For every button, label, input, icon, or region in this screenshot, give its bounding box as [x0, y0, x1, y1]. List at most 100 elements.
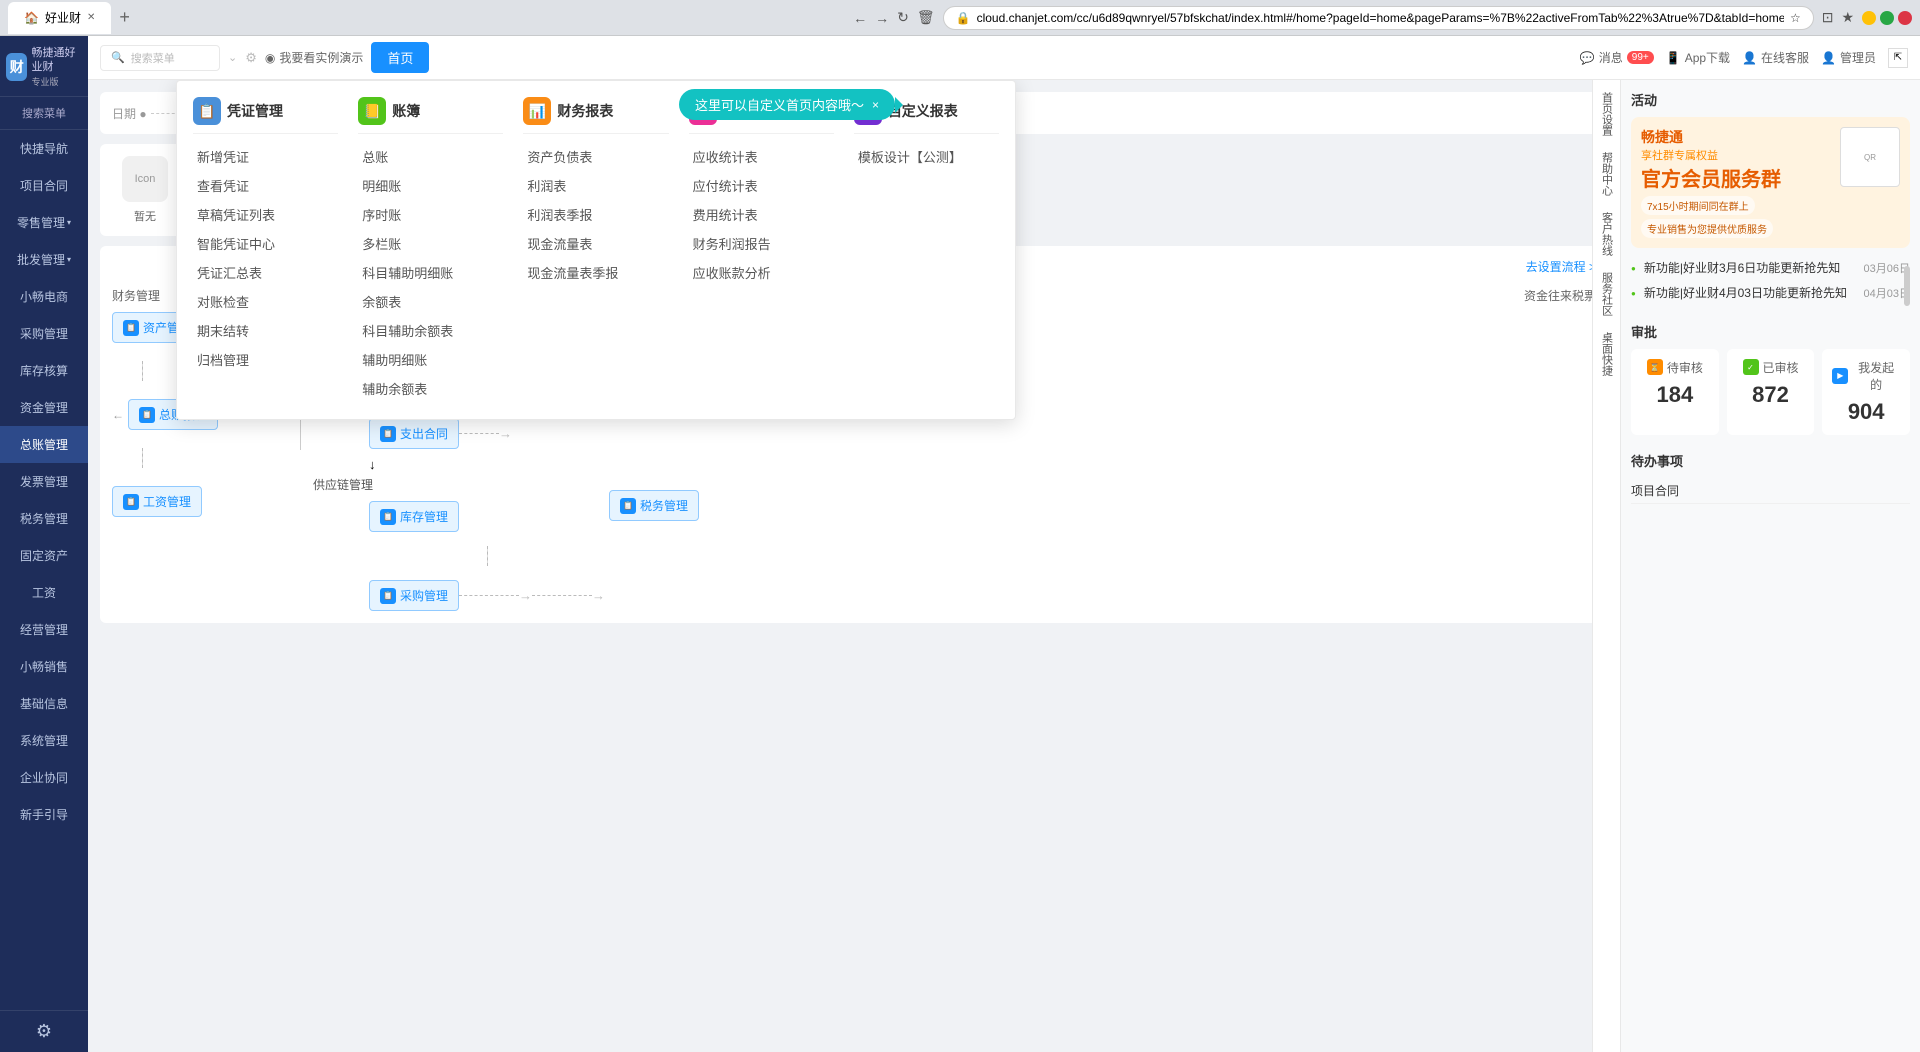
avatar-icon: 👤 [1821, 51, 1836, 65]
bookmark-star-icon[interactable]: ★ [1841, 9, 1854, 26]
ledger-item-2[interactable]: 序时账 [358, 200, 503, 229]
voucher-item-archive[interactable]: 归档管理 [193, 345, 338, 374]
flow-node-storage[interactable]: 📋 库存管理 [369, 501, 459, 532]
browser-right-controls: ⊡ ★ [1822, 9, 1854, 26]
approval-card-approved[interactable]: ✓ 已审核 872 [1727, 349, 1815, 435]
ledger-item-6[interactable]: 科目辅助余额表 [358, 316, 503, 345]
sidebar-item-wholesale[interactable]: 批发管理 ▾ [0, 241, 88, 278]
minimize-btn[interactable] [1862, 11, 1876, 25]
financial-item-2[interactable]: 利润表季报 [523, 200, 668, 229]
rql-homepage-settings[interactable]: 首页设置 [1597, 86, 1617, 142]
active-tab[interactable]: 🏠 好业财 ✕ [8, 2, 111, 34]
voucher-item-add[interactable]: 新增凭证 [193, 142, 338, 171]
maximize-btn[interactable] [1880, 11, 1894, 25]
mgmt-item-4[interactable]: 应收账款分析 [689, 258, 834, 287]
sidebar-item-project[interactable]: 项目合同 [0, 167, 88, 204]
sidebar-item-invoice[interactable]: 发票管理 [0, 463, 88, 500]
forward-btn[interactable]: → [875, 10, 889, 26]
banner-badges: 7x15小时期间同在群上 专业销售为您提供优质服务 [1641, 196, 1801, 238]
ledger-item-8[interactable]: 辅助余额表 [358, 374, 503, 403]
sidebar-item-guide[interactable]: 新手引导 [0, 796, 88, 833]
online-service-btn[interactable]: 👤 在线客服 [1742, 49, 1809, 66]
approval-card-initiated[interactable]: ▶ 我发起的 904 [1822, 349, 1910, 435]
flow-node-expense-contract[interactable]: 📋 支出合同 [369, 418, 459, 449]
voucher-item-view[interactable]: 查看凭证 [193, 171, 338, 200]
voucher-item-draft[interactable]: 草稿凭证列表 [193, 200, 338, 229]
dropdown-col-mgmt: 📈 管理报表 应收统计表 应付统计表 费用统计表 财务利润报告 应收账款分析 [689, 97, 834, 403]
mgmt-item-0[interactable]: 应收统计表 [689, 142, 834, 171]
sidebar-item-salary[interactable]: 工资 [0, 574, 88, 611]
ledger-item-4[interactable]: 科目辅助明细账 [358, 258, 503, 287]
sidebar-item-basic-info[interactable]: 基础信息 [0, 685, 88, 722]
pending-item-0[interactable]: 项目合同 [1631, 478, 1910, 504]
voucher-item-summary[interactable]: 凭证汇总表 [193, 258, 338, 287]
flow-node-purchase[interactable]: 📋 采购管理 [369, 580, 459, 611]
financial-item-1[interactable]: 利润表 [523, 171, 668, 200]
ledger-item-0[interactable]: 总账 [358, 142, 503, 171]
approval-card-pending[interactable]: ⏳ 待审核 184 [1631, 349, 1719, 435]
news-title-0[interactable]: 新功能|好业财3月6日功能更新抢先知 [1644, 260, 1856, 277]
sidebar-item-operation[interactable]: 经营管理 [0, 611, 88, 648]
fullscreen-btn[interactable]: ⇱ [1888, 48, 1908, 68]
flow-node-salary[interactable]: 📋 工资管理 [112, 486, 202, 517]
ledger-item-7[interactable]: 辅助明细账 [358, 345, 503, 374]
sidebar-item-capital[interactable]: 资金管理 [0, 389, 88, 426]
ledger-item-5[interactable]: 余额表 [358, 287, 503, 316]
message-btn[interactable]: 💬 消息 99+ [1580, 49, 1654, 66]
sidebar-item-fixed-asset[interactable]: 固定资产 [0, 537, 88, 574]
menu-search-box[interactable]: 🔍 搜索菜单 [100, 45, 220, 71]
sidebar-item-sales[interactable]: 小畅销售 [0, 648, 88, 685]
rql-customer-hotline[interactable]: 客户热线 [1597, 206, 1617, 262]
voucher-item-check[interactable]: 对账检查 [193, 287, 338, 316]
tab-close-btn[interactable]: ✕ [87, 12, 95, 23]
sidebar-item-ledger[interactable]: 总账管理 [0, 426, 88, 463]
close-btn[interactable] [1898, 11, 1912, 25]
sidebar-item-collaboration[interactable]: 企业协同 [0, 759, 88, 796]
bookmark-icon[interactable]: ☆ [1790, 11, 1801, 25]
rql-desktop-shortcut[interactable]: 桌面快捷 [1597, 326, 1617, 382]
back-btn[interactable]: ← [853, 10, 867, 26]
financial-item-4[interactable]: 现金流量表季报 [523, 258, 668, 287]
rql-help-center[interactable]: 帮助中心 [1597, 146, 1617, 202]
scrollbar-thumb[interactable] [1904, 266, 1910, 306]
app-download-btn[interactable]: 📱 App下载 [1666, 49, 1730, 66]
financial-item-3[interactable]: 现金流量表 [523, 229, 668, 258]
cast-icon[interactable]: ⊡ [1822, 9, 1834, 26]
mgmt-item-1[interactable]: 应付统计表 [689, 171, 834, 200]
voucher-item-period-end[interactable]: 期末结转 [193, 316, 338, 345]
sidebar-item-system[interactable]: 系统管理 [0, 722, 88, 759]
mgmt-item-2[interactable]: 费用统计表 [689, 200, 834, 229]
dropdown-menu: 这里可以自定义首页内容哦～ × 📋 凭证管理 新增凭证 查看凭证 草稿凭证列表 [176, 80, 1016, 420]
close-tip-btn[interactable]: × [872, 98, 879, 112]
new-tab-button[interactable]: + [115, 7, 134, 28]
custom-item-0[interactable]: 模板设计【公测】 [854, 142, 999, 171]
setup-flow-link[interactable]: 去设置流程 > [1526, 258, 1596, 275]
sidebar-item-quick-nav[interactable]: 快捷导航 [0, 130, 88, 167]
sidebar-item-tax[interactable]: 税务管理 [0, 500, 88, 537]
settings-icon[interactable]: ⚙ [245, 50, 257, 66]
ledger-item-3[interactable]: 多栏账 [358, 229, 503, 258]
financial-item-0[interactable]: 资产负债表 [523, 142, 668, 171]
user-avatar[interactable]: 👤 管理员 [1821, 49, 1876, 66]
sidebar-settings-btn[interactable]: ⚙ [0, 1010, 88, 1052]
logo-icon: 财 [6, 53, 27, 81]
main-area: 🔍 搜索菜单 ⌄ ⚙ ◉ 我要看实例演示 首页 💬 消息 99+ 📱 [88, 36, 1920, 1052]
voucher-item-smart[interactable]: 智能凭证中心 [193, 229, 338, 258]
expand-icon[interactable]: ⌄ [228, 51, 237, 64]
tab-home[interactable]: 首页 [371, 42, 429, 73]
delete-btn[interactable]: 🗑 [917, 9, 935, 26]
url-input[interactable] [977, 11, 1784, 25]
demo-link[interactable]: ◉ 我要看实例演示 [265, 49, 364, 66]
sidebar-search[interactable]: 搜索菜单 [0, 97, 88, 130]
sidebar-item-retail[interactable]: 零售管理 ▾ [0, 204, 88, 241]
mgmt-item-3[interactable]: 财务利润报告 [689, 229, 834, 258]
ledger-item-1[interactable]: 明细账 [358, 171, 503, 200]
sidebar-item-purchase[interactable]: 采购管理 [0, 315, 88, 352]
news-title-1[interactable]: 新功能|好业财4月03日功能更新抢先知 [1644, 285, 1856, 302]
refresh-btn[interactable]: ↻ [897, 9, 909, 26]
sidebar-item-inventory[interactable]: 库存核算 [0, 352, 88, 389]
sidebar-item-ecommerce[interactable]: 小畅电商 [0, 278, 88, 315]
logo-text: 畅捷通好业财 [31, 46, 82, 75]
flow-node-tax-mgmt[interactable]: 📋 税务管理 [609, 490, 699, 521]
rql-service-community[interactable]: 服务社区 [1597, 266, 1617, 322]
